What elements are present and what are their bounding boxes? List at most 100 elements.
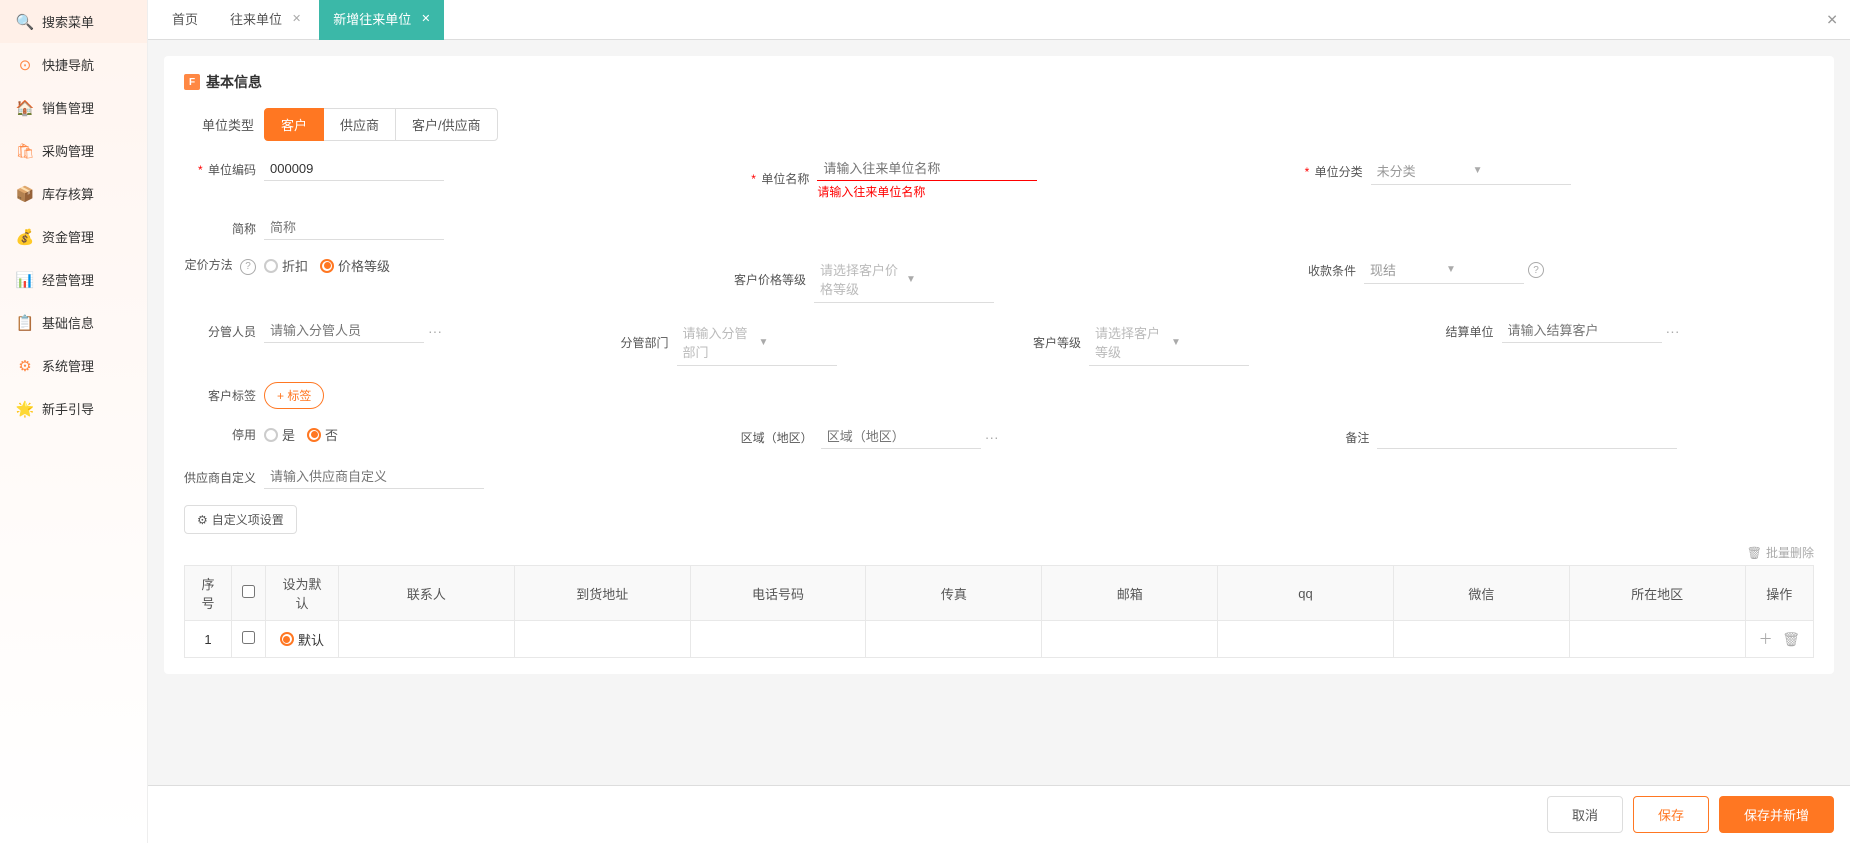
contact-input[interactable]: [349, 633, 504, 647]
sidebar-item-operations[interactable]: 📊 经营管理: [0, 258, 147, 301]
address-input[interactable]: [525, 633, 680, 647]
email-input[interactable]: [1052, 633, 1207, 647]
disabled-no-option[interactable]: 否: [307, 425, 338, 444]
col-contact: 联系人: [338, 566, 514, 621]
sidebar-item-finance[interactable]: 💰 资金管理: [0, 215, 147, 258]
content-area: F 基本信息 单位类型 客户 供应商 客户/供应商 * 单位编码: [148, 40, 1850, 785]
region-more-icon[interactable]: ···: [981, 429, 1003, 445]
tab-bar: 首页 往来单位 ✕ 新增往来单位 ✕ ✕: [148, 0, 1850, 40]
col-action: 操作: [1745, 566, 1813, 621]
add-tag-button[interactable]: + 标签: [264, 382, 324, 409]
select-all-checkbox[interactable]: [242, 585, 255, 598]
delete-row-button[interactable]: 🗑: [1779, 631, 1803, 648]
basic-info-card: F 基本信息 单位类型 客户 供应商 客户/供应商 * 单位编码: [164, 56, 1834, 674]
row-email: [1042, 621, 1218, 658]
region-input[interactable]: [821, 425, 981, 449]
gear-icon: ⚙: [197, 513, 208, 527]
sidebar: 🔍 搜索菜单 ⊙ 快捷导航 🏠 销售管理 🛍 采购管理 📦 库存核算 💰 资金管…: [0, 0, 148, 843]
col-email: 邮箱: [1042, 566, 1218, 621]
unit-code-input[interactable]: [264, 157, 444, 181]
close-partners-tab[interactable]: ✕: [292, 12, 301, 25]
finance-icon: 💰: [16, 228, 34, 246]
row-seq: 1: [185, 621, 232, 658]
pricing-help-icon[interactable]: ?: [240, 259, 256, 275]
bottom-action-bar: 取消 保存 保存并新增: [148, 785, 1850, 843]
sidebar-item-sales[interactable]: 🏠 销售管理: [0, 86, 147, 129]
region-group: 区域（地区） ···: [741, 425, 1258, 449]
sidebar-item-guide[interactable]: 🌟 新手引导: [0, 387, 147, 430]
sidebar-item-inventory[interactable]: 📦 库存核算: [0, 172, 147, 215]
supplier-custom-input[interactable]: [264, 465, 484, 489]
disabled-yes-radio: [264, 428, 278, 442]
customer-level-select[interactable]: 请选择客户等级 ▼: [1089, 319, 1249, 366]
tab-new-partner[interactable]: 新增往来单位 ✕: [319, 0, 444, 40]
search-icon: 🔍: [16, 13, 34, 31]
department-chevron-icon: ▼: [759, 337, 831, 348]
customer-level-label: 客户等级: [1009, 334, 1089, 351]
sidebar-item-purchase[interactable]: 🛍 采购管理: [0, 129, 147, 172]
pricing-method-label: 定价方法 ?: [184, 256, 264, 275]
manager-input[interactable]: [264, 319, 424, 343]
sidebar-item-basic-info[interactable]: 📋 基础信息: [0, 301, 147, 344]
customer-price-level-select[interactable]: 请选择客户价格等级 ▼: [814, 256, 994, 303]
row-select-checkbox[interactable]: [242, 631, 255, 644]
disabled-yes-option[interactable]: 是: [264, 425, 295, 444]
settlement-unit-input[interactable]: [1502, 319, 1662, 343]
notes-input[interactable]: [1377, 425, 1677, 449]
payment-terms-chevron-icon: ▼: [1446, 264, 1518, 275]
row-region-input[interactable]: [1580, 633, 1735, 647]
add-row-button[interactable]: ＋: [1756, 629, 1776, 649]
disabled-label: 停用: [184, 426, 264, 443]
pricing-discount-option[interactable]: 折扣: [264, 256, 308, 275]
phone-input[interactable]: [701, 633, 856, 647]
pricing-method-group: 定价方法 ? 折扣 价格等级: [184, 256, 714, 275]
wechat-input[interactable]: [1404, 633, 1559, 647]
unit-type-both-btn[interactable]: 客户/供应商: [395, 108, 498, 141]
fax-input[interactable]: [876, 633, 1031, 647]
manager-more-icon[interactable]: ···: [424, 323, 446, 339]
pricing-level-option[interactable]: 价格等级: [320, 256, 390, 275]
form-row-4: 分管人员 ··· 分管部门 请输入分管部门 ▼ 客户等级 请选择客户等级 ▼: [184, 319, 1814, 366]
tab-partners[interactable]: 往来单位 ✕: [216, 0, 315, 40]
close-new-partner-tab[interactable]: ✕: [421, 12, 430, 25]
save-new-button[interactable]: 保存并新增: [1719, 796, 1834, 833]
notes-label: 备注: [1297, 429, 1377, 446]
row-region: [1569, 621, 1745, 658]
form-row-6: 停用 是 否 区域（地区） ···: [184, 425, 1814, 449]
unit-category-select[interactable]: 未分类 ▼: [1371, 157, 1571, 185]
unit-name-label: * 单位名称: [737, 170, 817, 187]
sidebar-item-system[interactable]: ⚙ 系统管理: [0, 344, 147, 387]
form-row-5: 客户标签 + 标签: [184, 382, 1814, 409]
unit-code-label: * 单位编码: [184, 161, 264, 178]
cancel-button[interactable]: 取消: [1547, 796, 1623, 833]
payment-terms-select[interactable]: 现结 ▼: [1364, 256, 1524, 284]
sidebar-item-quick-nav[interactable]: ⊙ 快捷导航: [0, 43, 147, 86]
custom-settings-button[interactable]: ⚙ 自定义项设置: [184, 505, 297, 534]
unit-name-input[interactable]: [817, 157, 1037, 181]
qq-input[interactable]: [1228, 633, 1383, 647]
save-button[interactable]: 保存: [1633, 796, 1709, 833]
unit-name-input-group: 请输入往来单位名称: [817, 157, 1037, 200]
short-name-group: 简称: [184, 216, 1814, 240]
notes-group: 备注: [1297, 425, 1814, 449]
unit-type-customer-btn[interactable]: 客户: [264, 108, 324, 141]
short-name-input[interactable]: [264, 216, 444, 240]
form-row-1: * 单位编码 * 单位名称 请输入往来单位名称: [184, 157, 1814, 200]
department-select[interactable]: 请输入分管部门 ▼: [677, 319, 837, 366]
col-seq: 序号: [185, 566, 232, 621]
close-all-tabs-icon[interactable]: ✕: [1826, 11, 1838, 28]
tab-home[interactable]: 首页: [158, 0, 212, 40]
guide-icon: 🌟: [16, 400, 34, 418]
row-actions: ＋ 🗑: [1745, 621, 1813, 658]
payment-terms-help-icon[interactable]: ?: [1528, 262, 1544, 278]
settlement-unit-more-icon[interactable]: ···: [1662, 323, 1684, 339]
manager-group: 分管人员 ···: [184, 319, 577, 343]
col-fax: 传真: [866, 566, 1042, 621]
default-radio-item[interactable]: 默认: [276, 630, 328, 649]
col-default: 设为默认: [265, 566, 338, 621]
batch-delete-btn[interactable]: 🗑 批量删除: [184, 544, 1814, 561]
col-qq: qq: [1218, 566, 1394, 621]
unit-type-supplier-btn[interactable]: 供应商: [324, 108, 395, 141]
main-area: 首页 往来单位 ✕ 新增往来单位 ✕ ✕ F 基本信息 单位类型 客户 供应商 …: [148, 0, 1850, 843]
sidebar-item-search[interactable]: 🔍 搜索菜单: [0, 0, 147, 43]
